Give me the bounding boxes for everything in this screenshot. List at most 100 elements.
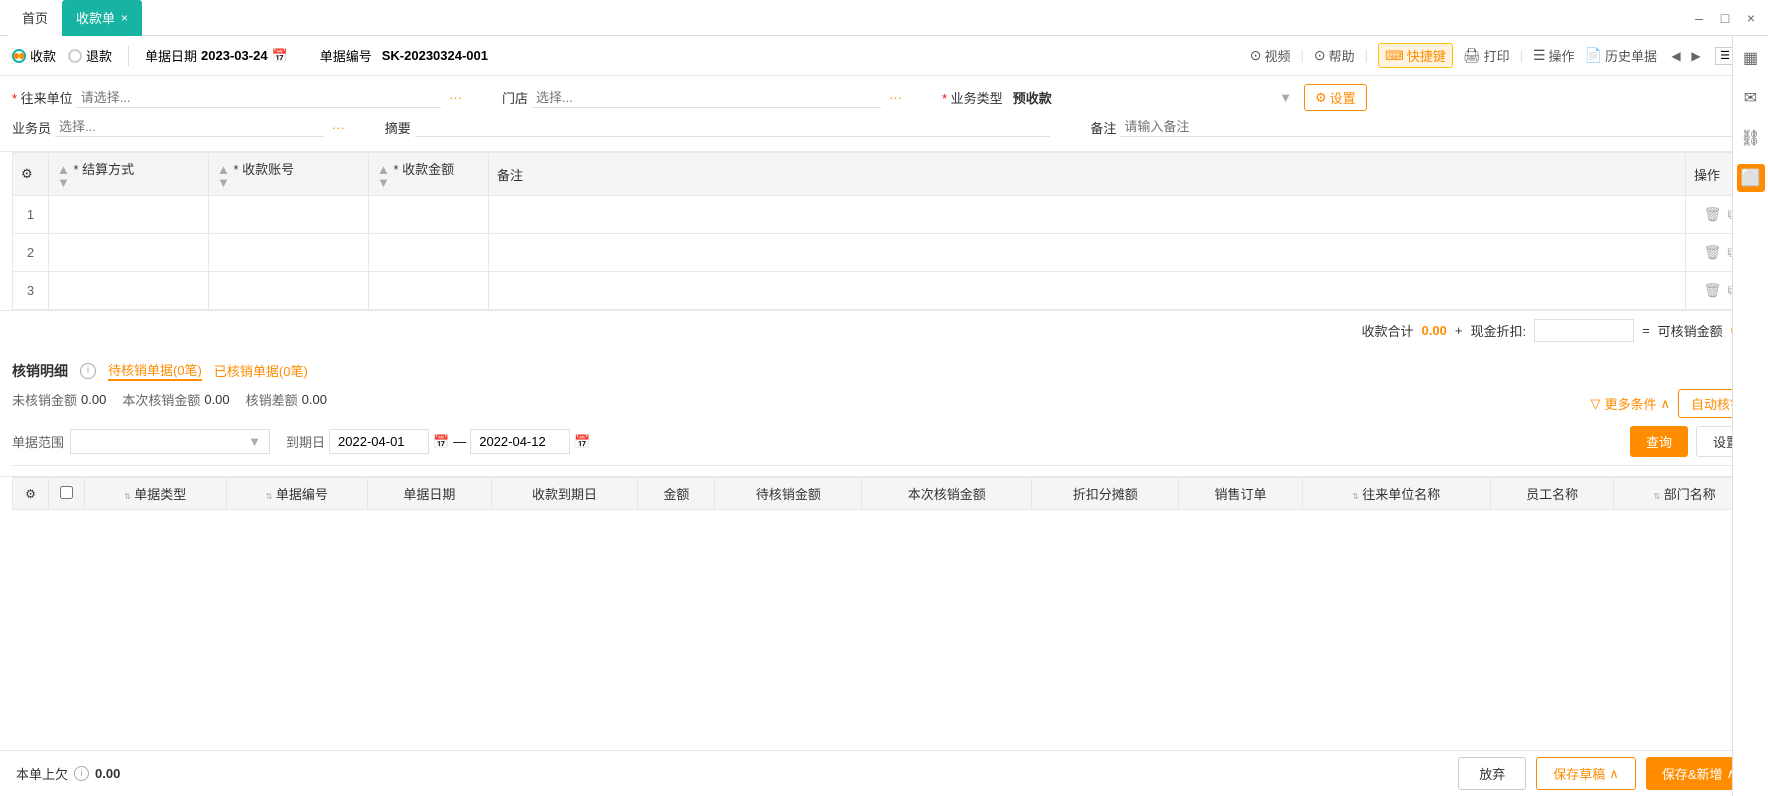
sidebar-link-icon[interactable]: ⛓ bbox=[1737, 124, 1765, 152]
counterpart-more-icon[interactable]: ··· bbox=[449, 90, 462, 105]
cal-to-icon[interactable]: 📅 bbox=[574, 434, 590, 450]
bth-gear[interactable]: ⚙ bbox=[13, 478, 49, 510]
tab-home[interactable]: 首页 bbox=[8, 0, 62, 36]
row-3-settlement[interactable] bbox=[49, 272, 209, 310]
query-btn[interactable]: 查询 bbox=[1630, 426, 1688, 457]
bth-amount: 金额 bbox=[638, 478, 715, 510]
history-btn[interactable]: 📄 历史单据 bbox=[1585, 46, 1657, 65]
cal-from-icon[interactable]: 📅 bbox=[433, 434, 449, 450]
settings-label: 设置 bbox=[1330, 88, 1356, 107]
next-arrow[interactable]: ▶ bbox=[1687, 47, 1705, 65]
biz-type-field: 业务类型 预收款 ▼ bbox=[942, 88, 1292, 107]
bth-counterpart-label: 往来单位名称 bbox=[1362, 487, 1440, 502]
row-3-account[interactable] bbox=[209, 272, 369, 310]
staff-more-icon[interactable]: ··· bbox=[332, 120, 345, 135]
tab-pending[interactable]: 待核销单据(0笔) bbox=[108, 360, 202, 381]
row-num-2: 2 bbox=[13, 234, 49, 272]
range-select[interactable]: ▼ bbox=[70, 429, 270, 454]
tab-done[interactable]: 已核销单据(0笔) bbox=[214, 361, 308, 380]
bottom-table-section: ⚙ ⇅ 单据类型 ⇅ 单据编号 单据日期 bbox=[0, 477, 1768, 750]
sidebar-email-icon[interactable]: ✉ bbox=[1737, 84, 1765, 112]
table-header-row: ⚙ ▲▼ * 结算方式 ▲▼ * 收款账号 ▲▼ * 收款金额 bbox=[13, 153, 1756, 196]
row-3-amount[interactable] bbox=[369, 272, 489, 310]
footer-left: 本单上欠 i 0.00 bbox=[16, 764, 120, 783]
tab-bar: 首页 收款单 × – □ × bbox=[0, 0, 1768, 36]
bth-discount: 折扣分摊额 bbox=[1032, 478, 1179, 510]
row-1-amount[interactable] bbox=[369, 196, 489, 234]
store-input[interactable] bbox=[532, 88, 881, 108]
bth-date-label: 单据日期 bbox=[403, 487, 455, 502]
th-gear[interactable]: ⚙ bbox=[13, 153, 49, 196]
date-to-input[interactable] bbox=[470, 429, 570, 454]
gear-settings-icon: ⚙ bbox=[1315, 90, 1327, 106]
radio-refund-label: 退款 bbox=[86, 46, 112, 65]
date-icon[interactable]: 📅 bbox=[272, 48, 288, 64]
diff-value: 0.00 bbox=[302, 392, 327, 407]
row-1-note[interactable] bbox=[489, 196, 1686, 234]
select-all-checkbox[interactable] bbox=[60, 486, 73, 499]
date-from-input[interactable] bbox=[329, 429, 429, 454]
window-close-btn[interactable]: × bbox=[1742, 9, 1760, 27]
abandon-label: 放弃 bbox=[1479, 767, 1505, 782]
verif-title: 核销明细 bbox=[12, 361, 68, 381]
staff-label: 业务员 bbox=[12, 118, 51, 137]
shortcut-btn[interactable]: ⌨ 快捷键 bbox=[1378, 43, 1453, 68]
bth-checkbox[interactable] bbox=[49, 478, 85, 510]
footer-info-icon[interactable]: i bbox=[74, 766, 89, 781]
th-amount-label: * 收款金额 bbox=[394, 162, 455, 177]
operations-btn[interactable]: ☰ 操作 bbox=[1533, 46, 1575, 65]
save-draft-btn[interactable]: 保存草稿 ∧ bbox=[1536, 757, 1636, 790]
row-2-account[interactable] bbox=[209, 234, 369, 272]
more-conditions-btn[interactable]: ▽ 更多条件 ∧ bbox=[1590, 394, 1670, 413]
unchecked-stat: 未核销金额 0.00 bbox=[12, 390, 106, 409]
counterpart-input[interactable] bbox=[77, 88, 441, 108]
table-row: 1 🗑 ⧉ bbox=[13, 196, 1756, 234]
row-2-amount[interactable] bbox=[369, 234, 489, 272]
sidebar-camera-icon[interactable]: ⬜ bbox=[1737, 164, 1765, 192]
operations-label: 操作 bbox=[1549, 46, 1575, 65]
verif-info-icon[interactable]: i bbox=[80, 363, 96, 379]
verif-header: 核销明细 i 待核销单据(0笔) 已核销单据(0笔) bbox=[12, 360, 1756, 381]
main-container: 收款 退款 单据日期 2023-03-24 📅 单据编号 SK-20230324… bbox=[0, 36, 1768, 796]
row-2-settlement[interactable] bbox=[49, 234, 209, 272]
row-2-note[interactable] bbox=[489, 234, 1686, 272]
bth-no-label: 单据编号 bbox=[276, 487, 328, 502]
window-minimize-btn[interactable]: – bbox=[1690, 9, 1708, 27]
window-restore-btn[interactable]: □ bbox=[1716, 9, 1734, 27]
delete-icon-3[interactable]: 🗑 bbox=[1704, 282, 1722, 299]
diff-stat: 核销差额 0.00 bbox=[246, 390, 327, 409]
receipt-type-radio: 收款 退款 bbox=[12, 46, 112, 65]
radio-receipt[interactable]: 收款 bbox=[12, 46, 56, 65]
bth-due-date-label: 收款到期日 bbox=[532, 487, 597, 502]
staff-input[interactable] bbox=[55, 117, 324, 137]
video-icon: ⊙ bbox=[1250, 47, 1262, 64]
row-1-settlement[interactable] bbox=[49, 196, 209, 234]
discount-input[interactable] bbox=[1534, 319, 1634, 342]
prev-arrow[interactable]: ◀ bbox=[1667, 47, 1685, 65]
abandon-btn[interactable]: 放弃 bbox=[1458, 757, 1526, 790]
more-conditions-arrow: ∧ bbox=[1660, 396, 1670, 412]
row-3-note[interactable] bbox=[489, 272, 1686, 310]
date-field: 单据日期 2023-03-24 📅 bbox=[145, 46, 288, 65]
biz-type-arrow[interactable]: ▼ bbox=[1279, 90, 1292, 105]
delete-icon-1[interactable]: 🗑 bbox=[1704, 206, 1722, 223]
note-input[interactable] bbox=[1120, 117, 1756, 137]
row-num-1: 1 bbox=[13, 196, 49, 234]
verif-stats-row: 未核销金额 0.00 本次核销金额 0.00 核销差额 0.00 ▽ 更多条件 … bbox=[12, 389, 1756, 418]
range-field: 单据范围 ▼ bbox=[12, 429, 270, 454]
tab-close-icon[interactable]: × bbox=[121, 11, 128, 25]
radio-refund[interactable]: 退款 bbox=[68, 46, 112, 65]
help-btn[interactable]: ⊙ 帮助 bbox=[1314, 46, 1355, 65]
summary-input[interactable] bbox=[415, 117, 1051, 137]
window-controls: – □ × bbox=[1690, 9, 1760, 27]
tab-receipt[interactable]: 收款单 × bbox=[62, 0, 142, 36]
tab-receipt-label: 收款单 bbox=[76, 8, 115, 27]
delete-icon-2[interactable]: 🗑 bbox=[1704, 244, 1722, 261]
print-label: 打印 bbox=[1484, 46, 1510, 65]
settings-button[interactable]: ⚙ 设置 bbox=[1304, 84, 1367, 111]
store-more-icon[interactable]: ··· bbox=[889, 90, 902, 105]
print-btn[interactable]: 🖨 打印 bbox=[1463, 46, 1510, 65]
video-btn[interactable]: ⊙ 视频 bbox=[1250, 46, 1291, 65]
sidebar-table-icon[interactable]: ▦ bbox=[1737, 44, 1765, 72]
row-1-account[interactable] bbox=[209, 196, 369, 234]
